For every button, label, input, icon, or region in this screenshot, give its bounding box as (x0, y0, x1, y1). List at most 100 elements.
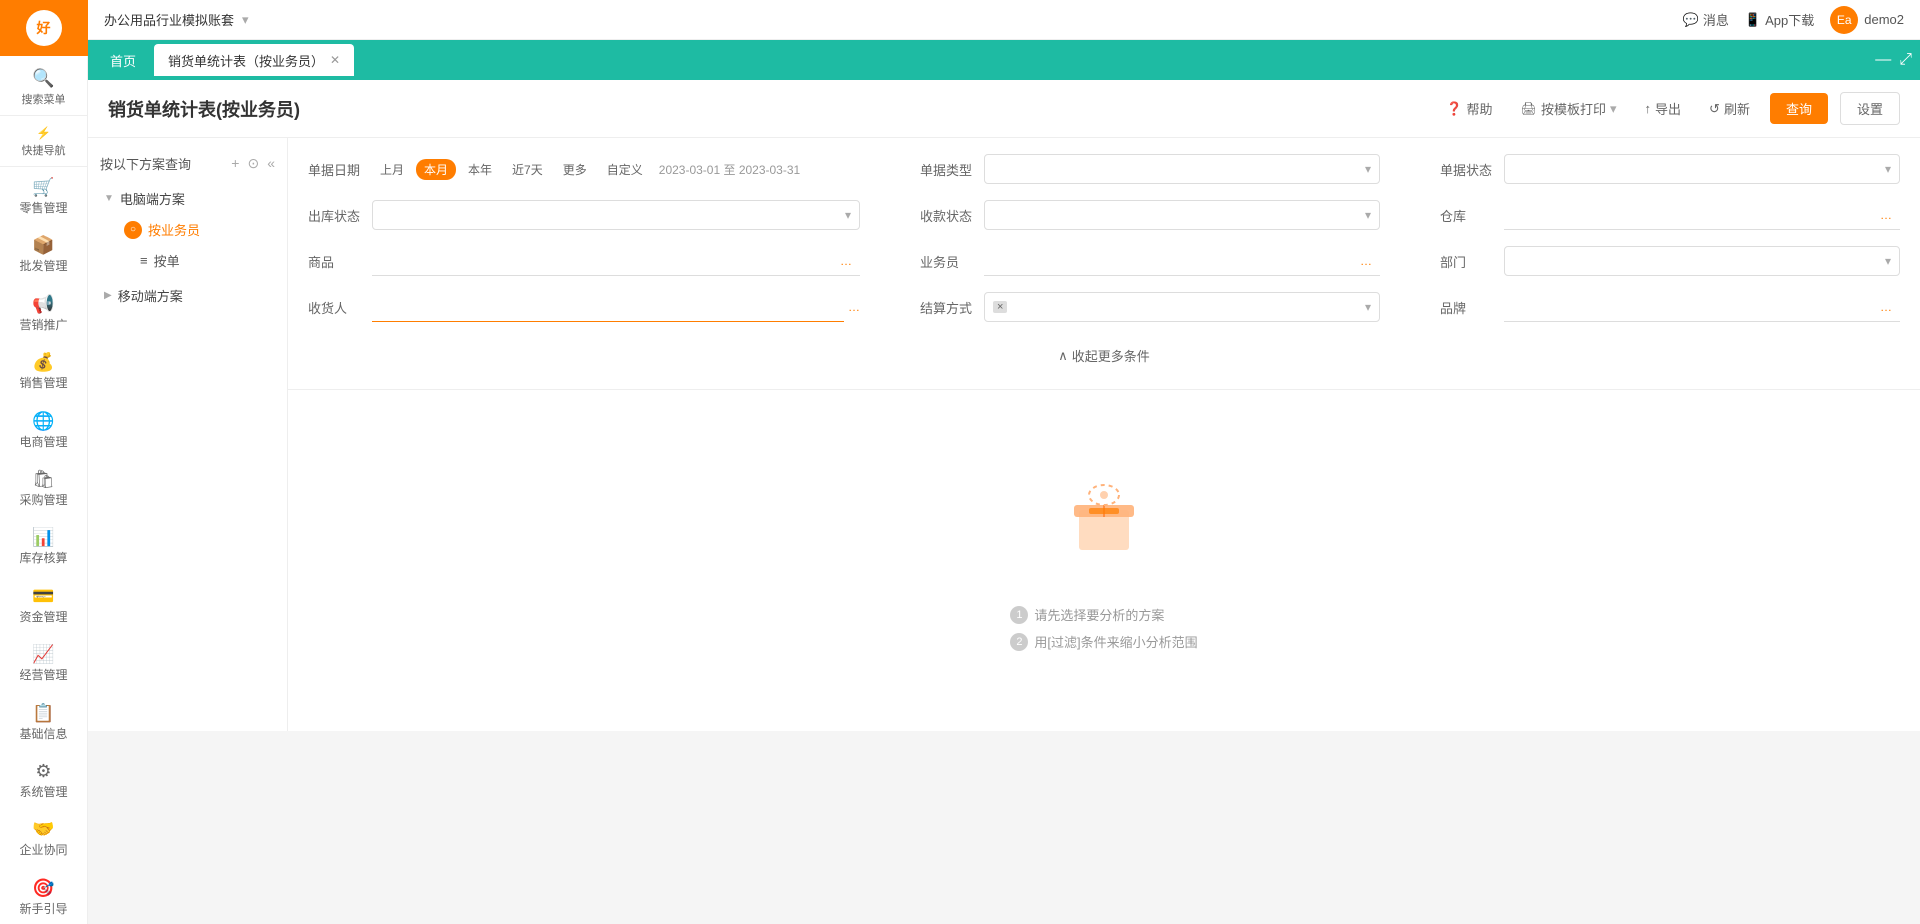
brand-input[interactable]: … (1504, 292, 1900, 322)
avatar-text: Ea (1837, 13, 1852, 27)
settlement-label: 结算方式 (920, 298, 976, 317)
user-name: demo2 (1864, 12, 1904, 27)
date-tab-更多[interactable]: 更多 (555, 159, 595, 180)
marketing-label: 营销推广 (19, 318, 67, 332)
goods-input[interactable]: … (372, 246, 860, 276)
help-btn[interactable]: ❓ 帮助 (1438, 95, 1500, 122)
doc-type-dropdown[interactable]: ▾ (984, 154, 1380, 184)
tree-child-by-order[interactable]: ≡ 按单 (88, 245, 287, 276)
collapse-label: 收起更多条件 (1072, 346, 1150, 365)
warehouse-more-icon[interactable]: … (1880, 208, 1892, 222)
empty-state: 1 请先选择要分析的方案 2 用[过滤]条件来缩小分析范围 (288, 390, 1920, 731)
inventory-label: 库存核算 (19, 551, 67, 565)
sidebar-item-ecommerce[interactable]: 🌐 电商管理 (0, 401, 87, 459)
retail-icon: 🛒 (32, 177, 54, 198)
sidebar-item-inventory[interactable]: 📊 库存核算 (0, 517, 87, 575)
dept-dropdown[interactable]: ▾ (1504, 246, 1900, 276)
sidebar-item-retail[interactable]: 🛒 零售管理 (0, 167, 87, 225)
help-label: 帮助 (1466, 99, 1492, 118)
collapse-btn[interactable]: ∧ 收起更多条件 (1058, 346, 1150, 365)
tree-child-salesman[interactable]: ○ 按业务员 (88, 214, 287, 245)
sidebar-item-sales[interactable]: 💰 销售管理 (0, 342, 87, 400)
print-label: 按模板打印 (1541, 99, 1606, 118)
sidebar-item-operations[interactable]: 📈 经营管理 (0, 634, 87, 692)
tab-home[interactable]: 首页 (96, 44, 150, 76)
sidebar-item-purchase[interactable]: 🛍 采购管理 (0, 459, 87, 517)
doc-type-arrow-icon: ▾ (1365, 162, 1371, 176)
user-area[interactable]: Ea demo2 (1830, 6, 1904, 34)
salesman-input[interactable]: … (984, 246, 1380, 276)
date-tab-自定义[interactable]: 自定义 (599, 159, 651, 180)
empty-tip-2: 2 用[过滤]条件来缩小分析范围 (1010, 632, 1197, 651)
goods-label: 商品 (308, 252, 364, 271)
tree-item-mobile-label: 移动端方案 (118, 286, 183, 305)
message-btn[interactable]: 💬 消息 (1683, 10, 1729, 29)
sidebar-item-basic[interactable]: 📋 基础信息 (0, 693, 87, 751)
filter-edit-icon[interactable]: ⊙ (247, 155, 259, 172)
basic-icon: 📋 (32, 703, 54, 724)
filter-add-icon[interactable]: + (231, 155, 239, 172)
sidebar-item-marketing[interactable]: 📢 营销推广 (0, 284, 87, 342)
tab-maximize-icon[interactable]: ⤢ (1899, 51, 1912, 69)
receipt-status-dropdown[interactable]: ▾ (984, 200, 1380, 230)
date-tab-本年[interactable]: 本年 (460, 159, 500, 180)
tab-close-icon[interactable]: ✕ (330, 53, 340, 67)
sales-label: 销售管理 (19, 376, 67, 390)
doc-status-dropdown[interactable]: ▾ (1504, 154, 1900, 184)
goods-field: 商品 … (308, 246, 860, 276)
sidebar-item-finance[interactable]: 💳 资金管理 (0, 576, 87, 634)
refresh-btn[interactable]: ↺ 刷新 (1701, 95, 1758, 122)
brand-field: 品牌 … (1440, 292, 1900, 322)
settlement-dropdown[interactable]: × ▾ (984, 292, 1380, 322)
date-label: 单据日期 (308, 160, 364, 179)
sidebar-item-wholesale[interactable]: 📦 批发管理 (0, 225, 87, 283)
sales-icon: 💰 (32, 352, 54, 373)
settings-button[interactable]: 设置 (1840, 92, 1900, 125)
date-tab-上月[interactable]: 上月 (372, 159, 412, 180)
brand-more-icon[interactable]: … (1880, 300, 1892, 314)
ecommerce-label: 电商管理 (19, 435, 67, 449)
sidebar-item-system[interactable]: ⚙ 系统管理 (0, 751, 87, 809)
search-icon: 🔍 (32, 68, 54, 89)
warehouse-input[interactable]: … (1504, 200, 1900, 230)
sidebar-item-newbie[interactable]: 🎯 新手引导 (0, 868, 87, 924)
newbie-label: 新手引导 (19, 902, 67, 916)
inventory-icon: 📊 (32, 527, 54, 548)
quick-nav-icon: ⚡ (36, 126, 51, 140)
salesman-more-icon[interactable]: … (1360, 254, 1372, 268)
date-filter: 上月本月本年近7天更多自定义 2023-03-01 至 2023-03-31 (372, 159, 800, 180)
avatar: Ea (1830, 6, 1858, 34)
app-download-btn[interactable]: 📱 App下载 (1745, 10, 1814, 29)
search-label: 搜索菜单 (22, 91, 66, 107)
tree-item-mobile[interactable]: ▶ 移动端方案 (88, 280, 287, 311)
settlement-field: 结算方式 × ▾ (920, 292, 1380, 322)
settlement-x-badge[interactable]: × (993, 301, 1007, 313)
tree-item-desktop[interactable]: ▼ 电脑端方案 (88, 183, 287, 214)
app-selector-area[interactable]: 办公用品行业模拟账套 ▾ (104, 10, 249, 29)
sidebar-menu: 🛒 零售管理 📦 批发管理 📢 营销推广 💰 销售管理 🌐 电商管理 🛍 采购管… (0, 167, 87, 924)
export-btn[interactable]: ↑ 导出 (1637, 95, 1690, 122)
date-tab-近7天[interactable]: 近7天 (504, 159, 551, 180)
sidebar-search-section[interactable]: 🔍 搜索菜单 (0, 56, 87, 116)
dept-field: 部门 ▾ (1440, 246, 1900, 276)
sidebar-item-enterprise[interactable]: 🤝 企业协同 (0, 809, 87, 867)
purchase-label: 采购管理 (19, 493, 67, 507)
query-button[interactable]: 查询 (1770, 93, 1828, 124)
app-selector-arrow: ▾ (242, 12, 249, 28)
tip-num-2: 2 (1010, 633, 1028, 651)
goods-more-icon[interactable]: … (840, 254, 852, 268)
out-status-dropdown[interactable]: ▾ (372, 200, 860, 230)
basic-label: 基础信息 (19, 727, 67, 741)
date-tab-本月[interactable]: 本月 (416, 159, 456, 180)
tab-minimize-icon[interactable]: — (1875, 51, 1891, 69)
out-status-label: 出库状态 (308, 206, 364, 225)
filter-row-4: 收货人 … 结算方式 × ▾ (308, 292, 1900, 322)
receiver-input[interactable] (372, 292, 844, 322)
tab-sales-stat[interactable]: 销货单统计表（按业务员） ✕ (154, 44, 354, 76)
receiver-more-icon[interactable]: … (848, 300, 860, 314)
tree-item-desktop-label: 电脑端方案 (120, 189, 185, 208)
quick-nav-section[interactable]: ⚡ 快捷导航 (0, 116, 87, 167)
print-btn[interactable]: 🖨 按模板打印 ▾ (1512, 95, 1624, 122)
filter-collapse-icon[interactable]: « (267, 155, 275, 172)
finance-label: 资金管理 (19, 610, 67, 624)
